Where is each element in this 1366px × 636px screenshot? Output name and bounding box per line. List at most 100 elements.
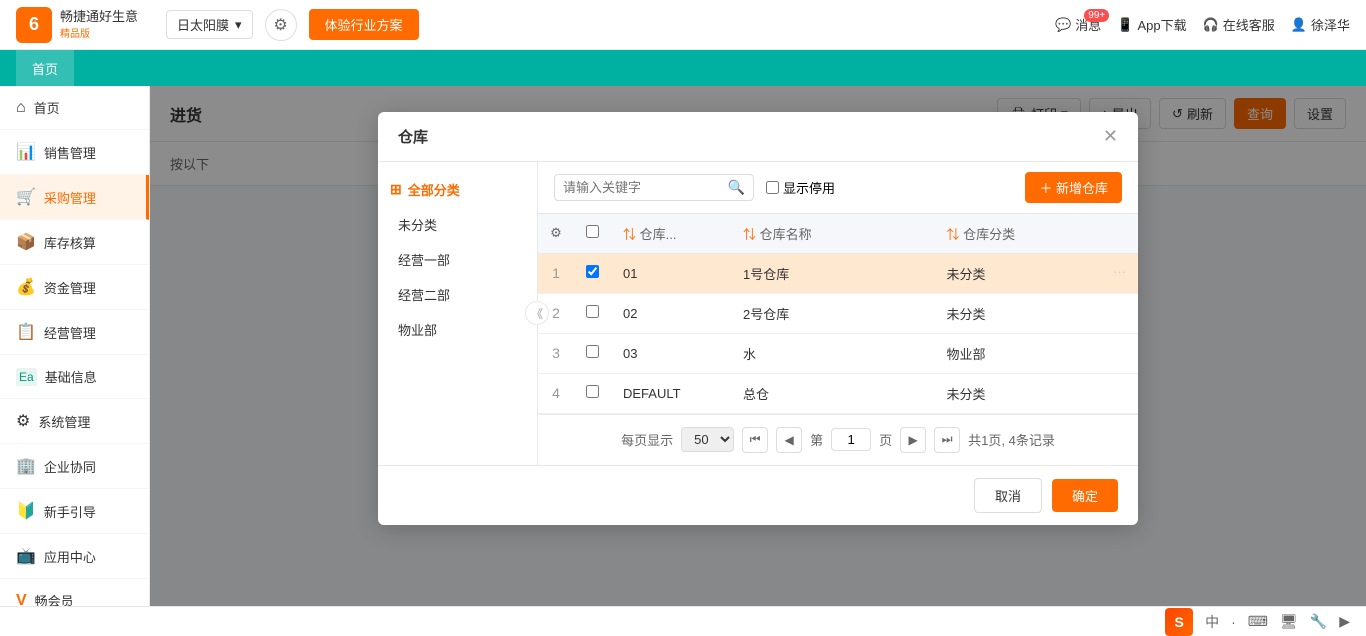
row-code: 02 [611,293,731,333]
name-column-header[interactable]: ⇅ 仓库名称 [731,214,935,254]
add-warehouse-button[interactable]: ＋ 新增仓库 [1025,172,1122,203]
sidebar-item-home[interactable]: ⌂ 首页 [0,86,149,130]
row-gear-cell: 3 [538,333,574,373]
headset-icon: 🎧 [1203,17,1219,33]
sidebar-item-purchase[interactable]: 🛒 采购管理 [0,175,149,220]
sidebar-item-system[interactable]: ⚙ 系统管理 [0,399,149,444]
sidebar-item-finance[interactable]: 💰 资金管理 [0,265,149,310]
app-download-action[interactable]: 📱 App下载 [1117,15,1186,34]
inventory-icon: 📦 [16,232,36,252]
sidebar: ⌂ 首页 📊 销售管理 🛒 采购管理 📦 库存核算 💰 资金管理 📋 经营管理 … [0,86,150,636]
category-item-0[interactable]: 未分类 [378,207,537,242]
sidebar-item-sales[interactable]: 📊 销售管理 [0,130,149,175]
sidebar-item-guide[interactable]: 🔰 新手引导 [0,489,149,534]
next-page-button[interactable]: ▶ [900,427,926,453]
play-icon[interactable]: ▶ [1339,613,1350,630]
chinese-input-icon[interactable]: 中 [1205,612,1219,632]
row-checkbox-cell[interactable] [574,333,611,373]
row-checkbox[interactable] [586,305,599,318]
cancel-button[interactable]: 取消 [974,478,1042,513]
per-page-select[interactable]: 50 [681,427,734,452]
table-row[interactable]: 4 DEFAULT 总仓 未分类 [538,373,1138,413]
row-checkbox-cell[interactable] [574,293,611,333]
home-icon: ⌂ [16,99,26,117]
dot-icon: · [1231,614,1236,630]
nav-tabs: 首页 [0,50,1366,86]
warehouse-modal: 仓库 ✕ ⊞ 全部分类 未分类 经营一部 [378,112,1138,525]
page-label: 第 [810,430,823,449]
last-page-button[interactable]: ⏭ [934,427,960,453]
show-disabled-checkbox[interactable] [766,181,779,194]
more-button[interactable]: ··· [1113,264,1126,279]
per-page-label: 每页显示 [621,430,673,449]
select-all-checkbox[interactable] [586,225,599,238]
logo-area: 6 畅捷通好生意 精品版 [16,7,166,43]
nav-tab-home[interactable]: 首页 [16,50,74,86]
sidebar-item-appcenter[interactable]: 📺 应用中心 [0,534,149,579]
logo-text: 畅捷通好生意 [60,9,138,26]
messages-action[interactable]: 💬 消息 99+ [1055,15,1101,34]
table-toolbar: 🔍 显示停用 ＋ 新增仓库 [538,162,1138,214]
show-disabled-checkbox-label[interactable]: 显示停用 [766,178,835,197]
s-logo: S [1165,608,1193,636]
search-icon[interactable]: 🔍 [728,179,745,196]
row-checkbox[interactable] [586,345,599,358]
main-content: 进货 🖨 打印 ▾ ↑ 导出 ↺ 刷新 查询 [150,86,1366,636]
messages-badge: 99+ [1084,9,1109,22]
enterprise-icon: 🏢 [16,456,36,476]
page-input[interactable] [831,428,871,451]
modal-title: 仓库 [398,126,428,147]
prev-page-button[interactable]: ◀ [776,427,802,453]
confirm-button[interactable]: 确定 [1052,479,1118,512]
row-gear-cell: 1 [538,253,574,293]
sidebar-item-operations[interactable]: 📋 经营管理 [0,310,149,355]
row-checkbox-cell[interactable] [574,253,611,293]
store-selector[interactable]: 日太阳膜 ▾ [166,10,253,39]
message-icon: 💬 [1055,17,1071,33]
all-categories-item[interactable]: ⊞ 全部分类 [378,172,537,207]
keyboard-icon[interactable]: ⌨ [1248,613,1268,630]
row-name: 2号仓库 [731,293,935,333]
finance-icon: 💰 [16,277,36,297]
sort-icon-name: ⇅ [743,227,756,242]
logo-icon: 6 [16,7,52,43]
sidebar-item-inventory[interactable]: 📦 库存核算 [0,220,149,265]
search-box: 🔍 [554,174,754,201]
table-row[interactable]: 3 03 水 物业部 [538,333,1138,373]
table-row[interactable]: 2 02 2号仓库 未分类 [538,293,1138,333]
category-item-2[interactable]: 经营二部 [378,277,537,312]
user-action[interactable]: 👤 徐泽华 [1291,15,1350,34]
row-checkbox[interactable] [586,385,599,398]
tool-icon[interactable]: 🔧 [1310,613,1327,630]
row-name: 1号仓库 [731,253,935,293]
table-row[interactable]: 1 01 1号仓库 未分类··· [538,253,1138,293]
main-layout: ⌂ 首页 📊 销售管理 🛒 采购管理 📦 库存核算 💰 资金管理 📋 经营管理 … [0,86,1366,636]
header-right: 💬 消息 99+ 📱 App下载 🎧 在线客服 👤 徐泽华 [1055,15,1350,34]
guide-icon: 🔰 [16,501,36,521]
sidebar-item-basic-info[interactable]: Ea 基础信息 [0,355,149,399]
user-icon: 👤 [1291,17,1307,33]
category-item-3[interactable]: 物业部 [378,312,537,347]
modal-body: ⊞ 全部分类 未分类 经营一部 经营二部 物业部 [378,162,1138,465]
trial-button[interactable]: 体验行业方案 [309,9,419,40]
data-table: ⚙ ⇅ 仓库... ⇅ 仓库名称 [538,214,1138,414]
row-checkbox[interactable] [586,265,599,278]
code-column-header[interactable]: ⇅ 仓库... [611,214,731,254]
settings-button[interactable]: ⚙ [265,9,297,41]
grid-icon: ⊞ [390,181,402,198]
modal-close-button[interactable]: ✕ [1103,126,1118,147]
header-center: 日太阳膜 ▾ ⚙ 体验行业方案 [166,9,1055,41]
gear-column-header: ⚙ [538,214,574,254]
online-service-action[interactable]: 🎧 在线客服 [1203,15,1275,34]
row-checkbox-cell[interactable] [574,373,611,413]
category-column-header[interactable]: ⇅ 仓库分类 [935,214,1139,254]
search-input[interactable] [563,180,722,195]
row-category: 未分类 [935,373,1139,413]
monitor-icon[interactable]: 🖥 [1280,613,1298,630]
category-item-1[interactable]: 经营一部 [378,242,537,277]
row-code: 01 [611,253,731,293]
collapse-panel-button[interactable]: 《 [525,301,549,325]
sidebar-item-enterprise[interactable]: 🏢 企业协同 [0,444,149,489]
row-category: 物业部 [935,333,1139,373]
first-page-button[interactable]: ⏮ [742,427,768,453]
